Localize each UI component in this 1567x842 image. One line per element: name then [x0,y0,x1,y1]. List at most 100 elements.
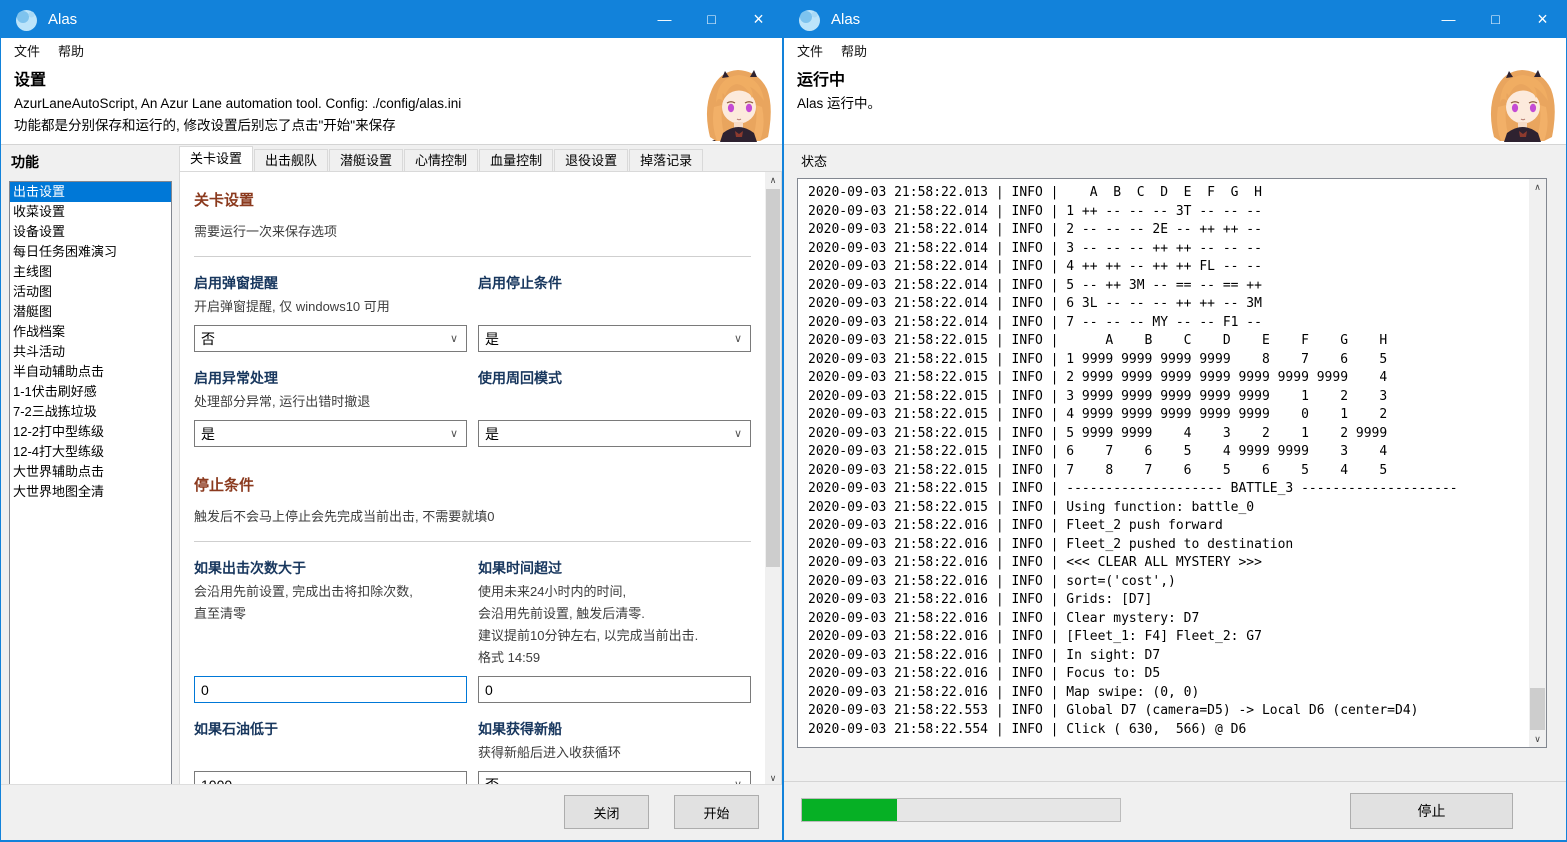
select-value: 否 [201,329,215,349]
form-area: 关卡设置需要运行一次来保存选项启用弹窗提醒开启弹窗提醒, 仅 windows10… [180,172,765,786]
select-box[interactable]: 是∨ [478,420,751,447]
spacer [478,388,751,413]
sidebar-item[interactable]: 设备设置 [10,222,171,242]
sidebar-item[interactable]: 主线图 [10,262,171,282]
sidebar-item[interactable]: 大世界地图全清 [10,482,171,502]
runner-window: Alas — □ × 文件 帮助 运行中 Alas 运行中。 [783,0,1567,842]
spacer [194,625,467,669]
sidebar-item[interactable]: 出击设置 [10,182,171,202]
log-line: 2020-09-03 21:58:22.014 | INFO | 3 -- --… [808,240,1529,259]
log-line: 2020-09-03 21:58:22.015 | INFO | -------… [808,480,1529,499]
avatar [1486,67,1558,142]
tab-page: 关卡设置需要运行一次来保存选项启用弹窗提醒开启弹窗提醒, 仅 windows10… [179,171,782,787]
content-scrollbar[interactable]: ∧ ∨ [765,172,781,786]
log-line: 2020-09-03 21:58:22.016 | INFO | Clear m… [808,610,1529,629]
log-line: 2020-09-03 21:58:22.014 | INFO | 5 -- ++… [808,277,1529,296]
form-row: 启用弹窗提醒开启弹窗提醒, 仅 windows10 可用否∨启用停止条件是∨ [194,257,751,352]
log-line: 2020-09-03 21:58:22.016 | INFO | [Fleet_… [808,628,1529,647]
close-window-button[interactable]: × [1519,0,1566,38]
log-line: 2020-09-03 21:58:22.014 | INFO | 6 3L --… [808,295,1529,314]
close-button[interactable]: 关闭 [564,795,649,829]
log-line: 2020-09-03 21:58:22.016 | INFO | In sigh… [808,647,1529,666]
menu-help[interactable]: 帮助 [832,41,876,60]
tab-item[interactable]: 血量控制 [479,149,553,171]
field-description: 开启弹窗提醒, 仅 windows10 可用 [194,296,467,318]
log-line: 2020-09-03 21:58:22.016 | INFO | <<< CLE… [808,554,1529,573]
avatar [702,67,774,142]
scroll-down-icon[interactable]: ∨ [1529,731,1546,747]
field-description: 会沿用先前设置, 完成出击将扣除次数, 直至清零 [194,581,467,625]
form-field: 启用异常处理处理部分异常, 运行出错时撤退是∨ [194,352,467,447]
save-hint: 功能都是分别保存和运行的, 修改设置后别忘了点击"开始"来保存 [14,115,782,137]
sidebar-item[interactable]: 1-1伏击刷好感 [10,382,171,402]
scroll-up-icon[interactable]: ∧ [765,172,781,188]
sidebar-item[interactable]: 潜艇图 [10,302,171,322]
tab-item[interactable]: 出击舰队 [254,149,328,171]
text-input[interactable] [194,676,467,703]
menubar: 文件 帮助 [784,38,1566,63]
log-line: 2020-09-03 21:58:22.013 | INFO | A B C D… [808,184,1529,203]
log-line: 2020-09-03 21:58:22.015 | INFO | Using f… [808,499,1529,518]
tab-item[interactable]: 心情控制 [404,149,478,171]
log-line: 2020-09-03 21:58:22.014 | INFO | 7 -- --… [808,314,1529,333]
sidebar-item[interactable]: 12-4打大型练级 [10,442,171,462]
field-description: 获得新船后进入收获循环 [478,742,751,764]
select-box[interactable]: 是∨ [194,420,467,447]
log-scrollbar[interactable]: ∧ ∨ [1529,179,1546,747]
sidebar-item[interactable]: 每日任务困难演习 [10,242,171,262]
menu-help[interactable]: 帮助 [49,41,93,60]
form-field: 如果时间超过使用未来24小时内的时间, 会沿用先前设置, 触发后清零. 建议提前… [478,542,751,703]
scrollbar-thumb[interactable] [766,189,780,567]
tab-item[interactable]: 掉落记录 [629,149,703,171]
log-line: 2020-09-03 21:58:22.016 | INFO | sort=('… [808,573,1529,592]
desktop: Alas — □ × 文件 帮助 设置 AzurLaneAutoScript, … [0,0,1567,842]
text-input[interactable] [478,676,751,703]
sidebar-item[interactable]: 7-2三战拣垃圾 [10,402,171,422]
log-box: 2020-09-03 21:58:22.013 | INFO | A B C D… [797,178,1547,748]
select-box[interactable]: 否∨ [194,325,467,352]
field-label: 启用异常处理 [194,368,467,388]
close-window-button[interactable]: × [735,0,782,38]
maximize-button[interactable]: □ [688,0,735,38]
running-line: Alas 运行中。 [797,93,1566,115]
form-field: 如果石油低于 [194,703,467,786]
menu-file[interactable]: 文件 [5,41,49,60]
sidebar-item[interactable]: 作战档案 [10,322,171,342]
spacer [194,739,467,764]
form-row: 如果出击次数大于会沿用先前设置, 完成出击将扣除次数, 直至清零如果时间超过使用… [194,542,751,703]
titlebar[interactable]: Alas — □ × [784,0,1566,38]
sidebar-item[interactable]: 12-2打中型练级 [10,422,171,442]
minimize-button[interactable]: — [641,0,688,38]
page-title: 运行中 [797,68,1566,93]
tab-item[interactable]: 退役设置 [554,149,628,171]
sidebar-item[interactable]: 收菜设置 [10,202,171,222]
menu-file[interactable]: 文件 [788,41,832,60]
sidebar-item[interactable]: 半自动辅助点击 [10,362,171,382]
select-box[interactable]: 是∨ [478,325,751,352]
tab-item[interactable]: 潜艇设置 [329,149,403,171]
progress-bar [801,798,1121,822]
stop-button[interactable]: 停止 [1350,793,1513,829]
scrollbar-thumb[interactable] [1530,688,1545,730]
progress-fill [802,799,897,821]
start-button[interactable]: 开始 [674,795,759,829]
sidebar-item[interactable]: 共斗活动 [10,342,171,362]
tab-active[interactable]: 关卡设置 [179,146,253,171]
field-description: 处理部分异常, 运行出错时撤退 [194,391,467,413]
scroll-up-icon[interactable]: ∧ [1529,179,1546,195]
select-value: 是 [201,424,215,444]
form-field: 启用停止条件是∨ [478,257,751,352]
titlebar[interactable]: Alas — □ × [1,0,782,38]
form-field: 如果获得新船获得新船后进入收获循环否∨ [478,703,751,786]
minimize-button[interactable]: — [1425,0,1472,38]
runner-footer: 停止 [784,781,1566,840]
settings-window: Alas — □ × 文件 帮助 设置 AzurLaneAutoScript, … [0,0,783,842]
chevron-down-icon: ∨ [734,427,742,440]
log-line: 2020-09-03 21:58:22.015 | INFO | 4 9999 … [808,406,1529,425]
log-line: 2020-09-03 21:58:22.016 | INFO | Map swi… [808,684,1529,703]
sidebar-item[interactable]: 活动图 [10,282,171,302]
sidebar-item[interactable]: 大世界辅助点击 [10,462,171,482]
maximize-button[interactable]: □ [1472,0,1519,38]
window-title: Alas [48,11,77,28]
log-line: 2020-09-03 21:58:22.015 | INFO | 5 9999 … [808,425,1529,444]
